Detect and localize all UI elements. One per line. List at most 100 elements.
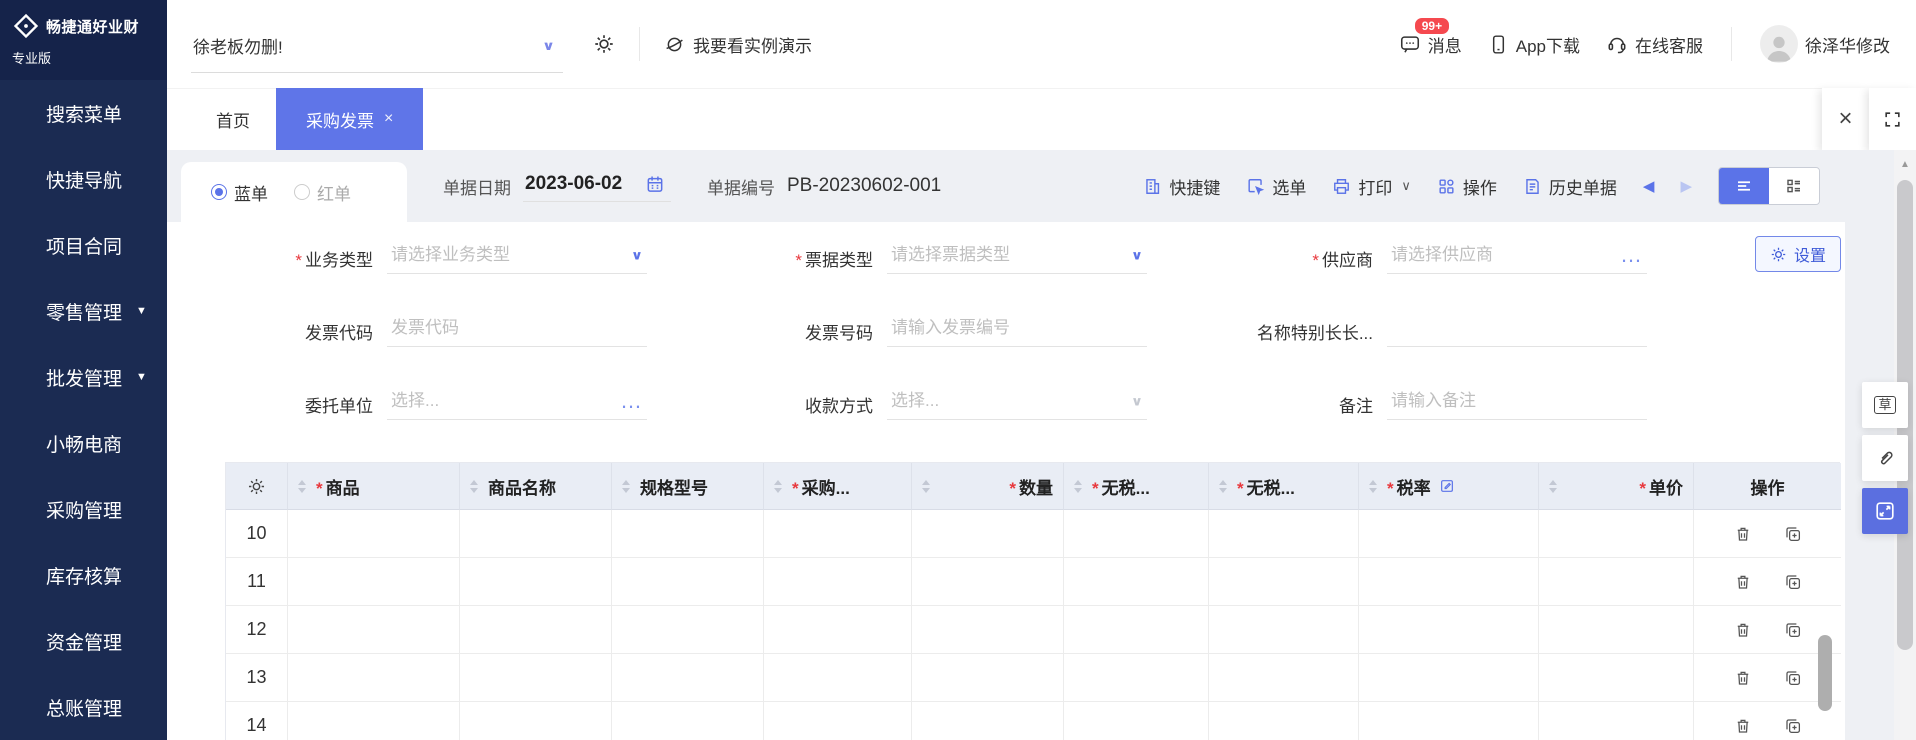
cell-product-name[interactable]: [460, 654, 612, 702]
column-header-product[interactable]: * 商品: [288, 463, 460, 510]
sort-icon[interactable]: [1219, 479, 1227, 493]
ellipsis-icon[interactable]: …: [1620, 244, 1643, 266]
attachment-button[interactable]: [1862, 435, 1908, 481]
payment-method-select[interactable]: ∨: [887, 389, 1147, 420]
cell-product-name[interactable]: [460, 702, 612, 740]
cell-product[interactable]: [288, 702, 460, 740]
cell-quantity[interactable]: [912, 558, 1064, 606]
pick-order-button[interactable]: 选单: [1246, 174, 1306, 199]
sort-icon[interactable]: [622, 479, 630, 493]
ellipsis-icon[interactable]: …: [620, 390, 643, 412]
cell-product-name[interactable]: [460, 558, 612, 606]
cell-purchase[interactable]: [764, 654, 912, 702]
user-menu[interactable]: 徐泽华修改: [1760, 25, 1890, 63]
sort-icon[interactable]: [470, 479, 478, 493]
cell-spec[interactable]: [612, 654, 764, 702]
cell-taxrate[interactable]: [1359, 558, 1539, 606]
cell-notax-amount[interactable]: [1064, 702, 1209, 740]
sort-icon[interactable]: [1074, 479, 1082, 493]
cell-taxrate[interactable]: [1359, 606, 1539, 654]
invoice-number-field[interactable]: [887, 316, 1147, 347]
cell-quantity[interactable]: [912, 606, 1064, 654]
edit-taxrate-icon[interactable]: [1439, 478, 1455, 494]
close-all-tabs-button[interactable]: ×: [1822, 88, 1869, 150]
cell-notax-amount[interactable]: [1064, 510, 1209, 558]
account-select[interactable]: 徐老板勿删! ∨: [191, 27, 563, 73]
sort-icon[interactable]: [298, 479, 306, 493]
column-header-product-name[interactable]: 商品名称: [460, 463, 612, 510]
bill-type-input[interactable]: [891, 245, 1125, 265]
payment-method-input[interactable]: [891, 391, 1125, 411]
cell-quantity[interactable]: [912, 654, 1064, 702]
history-docs-button[interactable]: 历史单据: [1523, 174, 1617, 199]
expand-button[interactable]: [1862, 488, 1908, 534]
online-support-button[interactable]: 在线客服: [1606, 32, 1703, 57]
delete-row-icon[interactable]: [1734, 717, 1752, 735]
business-type-input[interactable]: [391, 245, 625, 265]
remark-input[interactable]: [1391, 391, 1643, 411]
detail-view-toggle[interactable]: [1769, 168, 1819, 204]
cell-spec[interactable]: [612, 558, 764, 606]
cell-price[interactable]: [1539, 510, 1694, 558]
sidebar-item-inventory-accounting[interactable]: 库存核算: [0, 542, 167, 608]
cell-product[interactable]: [288, 558, 460, 606]
cell-taxrate[interactable]: [1359, 510, 1539, 558]
cell-product[interactable]: [288, 606, 460, 654]
delete-row-icon[interactable]: [1734, 525, 1752, 543]
radio-blue-doc[interactable]: 蓝单: [211, 180, 268, 205]
sidebar-item-quick-nav[interactable]: 快捷导航: [0, 146, 167, 212]
copy-row-icon[interactable]: [1784, 621, 1802, 639]
sidebar-item-xiaochang-ecommerce[interactable]: 小畅电商: [0, 410, 167, 476]
radio-red-doc[interactable]: 红单: [294, 180, 351, 205]
calendar-icon[interactable]: [645, 174, 665, 194]
invoice-code-field[interactable]: [387, 316, 647, 347]
tab-purchase-invoice[interactable]: 采购发票 ×: [276, 88, 424, 150]
operations-button[interactable]: 操作: [1437, 174, 1497, 199]
supplier-select[interactable]: …: [1387, 243, 1647, 274]
sidebar-item-wholesale-mgmt[interactable]: 批发管理 ▼: [0, 344, 167, 410]
cell-taxrate[interactable]: [1359, 654, 1539, 702]
shortcut-keys-button[interactable]: 快捷键: [1143, 174, 1220, 199]
long-name-input[interactable]: [1391, 318, 1643, 338]
business-type-select[interactable]: ∨: [387, 243, 647, 274]
cell-notax-price[interactable]: [1209, 606, 1359, 654]
cell-purchase[interactable]: [764, 606, 912, 654]
draft-button[interactable]: 草: [1862, 382, 1908, 428]
delete-row-icon[interactable]: [1734, 573, 1752, 591]
column-header-notax-amount[interactable]: * 无税...: [1064, 463, 1209, 510]
cell-product-name[interactable]: [460, 606, 612, 654]
table-scrollbar-thumb[interactable]: [1818, 635, 1832, 711]
cell-quantity[interactable]: [912, 702, 1064, 740]
cell-notax-amount[interactable]: [1064, 654, 1209, 702]
next-doc-arrow[interactable]: ▶: [1680, 177, 1692, 195]
copy-row-icon[interactable]: [1784, 717, 1802, 735]
bill-type-select[interactable]: ∨: [887, 243, 1147, 274]
copy-row-icon[interactable]: [1784, 669, 1802, 687]
fullscreen-button[interactable]: [1869, 88, 1916, 150]
scroll-up-icon[interactable]: ▲: [1894, 150, 1916, 170]
column-settings-gear-button[interactable]: [226, 463, 288, 510]
demo-link[interactable]: 我要看实例演示: [664, 32, 812, 57]
print-button[interactable]: 打印 ∨: [1332, 174, 1411, 199]
invoice-number-input[interactable]: [891, 318, 1143, 338]
column-header-taxrate[interactable]: * 税率: [1359, 463, 1539, 510]
settings-button[interactable]: 设置: [1754, 236, 1841, 272]
entrust-unit-input[interactable]: [391, 391, 614, 411]
cell-spec[interactable]: [612, 606, 764, 654]
doc-date-input[interactable]: [525, 172, 637, 195]
sidebar-item-retail-mgmt[interactable]: 零售管理 ▼: [0, 278, 167, 344]
column-header-spec[interactable]: 规格型号: [612, 463, 764, 510]
delete-row-icon[interactable]: [1734, 621, 1752, 639]
cell-notax-price[interactable]: [1209, 654, 1359, 702]
cell-product-name[interactable]: [460, 510, 612, 558]
sidebar-item-fund-mgmt[interactable]: 资金管理: [0, 608, 167, 674]
cell-product[interactable]: [288, 510, 460, 558]
tab-home[interactable]: 首页: [190, 88, 276, 150]
cell-notax-amount[interactable]: [1064, 606, 1209, 654]
cell-price[interactable]: [1539, 606, 1694, 654]
cell-notax-price[interactable]: [1209, 510, 1359, 558]
supplier-input[interactable]: [1391, 245, 1614, 265]
remark-field[interactable]: [1387, 389, 1647, 420]
entrust-unit-select[interactable]: …: [387, 389, 647, 420]
cell-spec[interactable]: [612, 702, 764, 740]
